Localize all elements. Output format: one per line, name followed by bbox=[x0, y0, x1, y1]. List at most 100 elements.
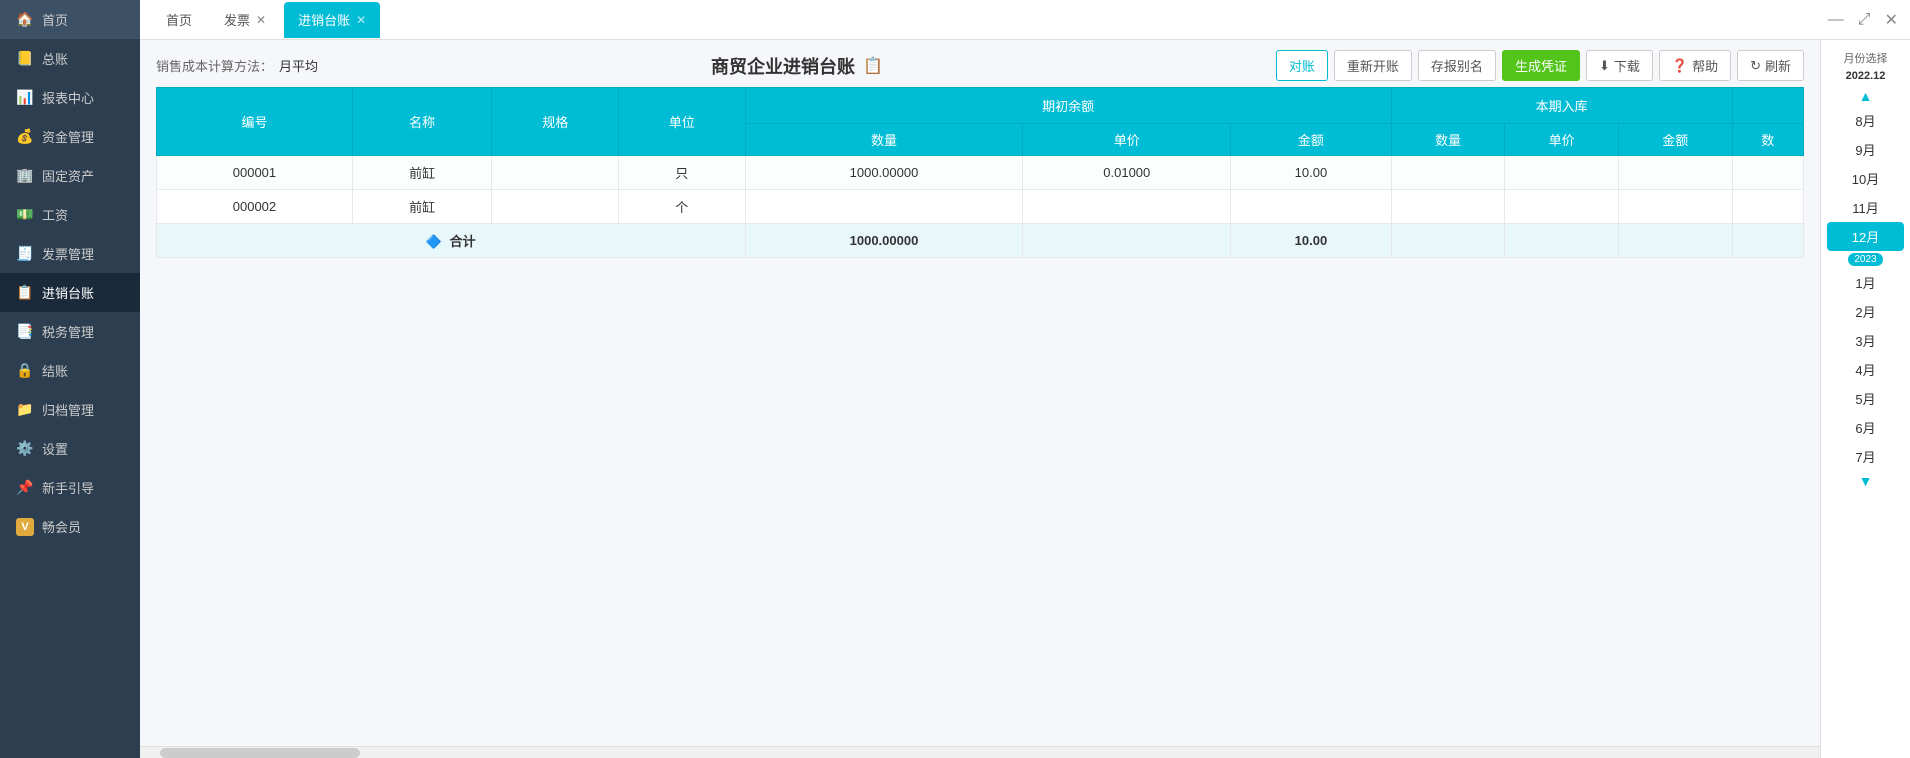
sidebar-item-guide[interactable]: 📌 新手引导 bbox=[0, 468, 140, 507]
help-button[interactable]: ❓ 帮助 bbox=[1659, 50, 1731, 81]
month-item-10[interactable]: 10月 bbox=[1821, 164, 1910, 193]
sidebar-label-closing: 结账 bbox=[42, 361, 68, 380]
cell-opening-qty: 1000.00000 bbox=[745, 156, 1023, 190]
sidebar-item-vip[interactable]: V 畅会员 bbox=[0, 507, 140, 546]
main-table: 编号 名称 规格 单位 期初余额 本期入库 数量 单价 金额 数量 bbox=[156, 87, 1804, 258]
sidebar-item-fund-management[interactable]: 💰 资金管理 bbox=[0, 117, 140, 156]
save-as-button[interactable]: 存报别名 bbox=[1418, 50, 1496, 81]
cell-num: 000002 bbox=[157, 190, 353, 224]
sidebar-item-closing[interactable]: 🔒 结账 bbox=[0, 351, 140, 390]
assets-icon: 🏢 bbox=[16, 167, 34, 185]
sidebar-label-home: 首页 bbox=[42, 10, 68, 29]
total-in-qty bbox=[1391, 224, 1505, 258]
total-extra bbox=[1732, 224, 1803, 258]
cell-unit: 只 bbox=[618, 156, 745, 190]
minimize-button[interactable]: — bbox=[1824, 8, 1848, 32]
cell-spec bbox=[492, 190, 619, 224]
refresh-icon: ↻ bbox=[1750, 58, 1761, 74]
total-text: 合计 bbox=[450, 234, 476, 249]
month-item-2023-3[interactable]: 3月 bbox=[1821, 326, 1910, 355]
month-item-8[interactable]: 8月 bbox=[1821, 106, 1910, 135]
tab-invoice[interactable]: 发票 ✕ bbox=[210, 2, 280, 38]
sidebar-label-guide: 新手引导 bbox=[42, 478, 94, 497]
report-icon: 📊 bbox=[16, 89, 34, 107]
cell-extra bbox=[1732, 190, 1803, 224]
col-header-current-in: 本期入库 bbox=[1391, 88, 1732, 124]
sidebar-item-purchase-sales[interactable]: 📋 进销台账 bbox=[0, 273, 140, 312]
download-button[interactable]: ⬇ 下载 bbox=[1586, 50, 1653, 81]
horizontal-scrollbar[interactable] bbox=[140, 746, 1820, 758]
cost-method: 销售成本计算方法： 月平均 bbox=[156, 56, 318, 75]
sidebar-label-invoice-management: 发票管理 bbox=[42, 244, 94, 263]
month-nav-up[interactable]: ▲ bbox=[1821, 86, 1910, 106]
tab-purchase-sales-close[interactable]: ✕ bbox=[356, 13, 366, 27]
sidebar-item-settings[interactable]: ⚙️ 设置 bbox=[0, 429, 140, 468]
total-icon: 🔷 bbox=[426, 234, 442, 249]
month-item-2023-6[interactable]: 6月 bbox=[1821, 413, 1910, 442]
month-item-9[interactable]: 9月 bbox=[1821, 135, 1910, 164]
refresh-button[interactable]: ↻ 刷新 bbox=[1737, 50, 1804, 81]
cell-name: 前缸 bbox=[352, 190, 492, 224]
col-header-spec: 规格 bbox=[492, 88, 619, 156]
month-item-2023-2[interactable]: 2月 bbox=[1821, 297, 1910, 326]
fund-icon: 💰 bbox=[16, 128, 34, 146]
cell-spec bbox=[492, 156, 619, 190]
tab-home[interactable]: 首页 bbox=[152, 2, 206, 38]
tab-purchase-sales[interactable]: 进销台账 ✕ bbox=[284, 2, 380, 38]
sidebar-label-vip: 畅会员 bbox=[42, 517, 81, 536]
help-icon: ❓ bbox=[1672, 58, 1688, 74]
cell-opening-qty bbox=[745, 190, 1023, 224]
reopen-button[interactable]: 重新开账 bbox=[1334, 50, 1412, 81]
sidebar-item-salary[interactable]: 💵 工资 bbox=[0, 195, 140, 234]
sidebar-item-general-ledger[interactable]: 📒 总账 bbox=[0, 39, 140, 78]
col-header-unit: 单位 bbox=[618, 88, 745, 156]
table-total-row: 🔷 合计 1000.00000 10.00 bbox=[157, 224, 1804, 258]
cell-in-price bbox=[1505, 156, 1619, 190]
col-header-extra bbox=[1732, 88, 1803, 124]
sidebar-item-tax-management[interactable]: 📑 税务管理 bbox=[0, 312, 140, 351]
download-icon: ⬇ bbox=[1599, 58, 1610, 74]
col-sub-qty1: 数量 bbox=[745, 124, 1023, 156]
month-nav-down[interactable]: ▼ bbox=[1821, 471, 1910, 491]
tab-purchase-sales-label: 进销台账 bbox=[298, 10, 350, 29]
tax-icon: 📑 bbox=[16, 323, 34, 341]
vip-icon: V bbox=[16, 518, 34, 536]
sidebar-item-archive[interactable]: 📁 归档管理 bbox=[0, 390, 140, 429]
sidebar-label-general-ledger: 总账 bbox=[42, 49, 68, 68]
title-icon[interactable]: 📋 bbox=[863, 56, 883, 76]
sidebar-label-salary: 工资 bbox=[42, 205, 68, 224]
month-item-11[interactable]: 11月 bbox=[1821, 193, 1910, 222]
cell-opening-amount: 10.00 bbox=[1231, 156, 1392, 190]
month-item-12[interactable]: 12月 bbox=[1827, 222, 1904, 251]
generate-voucher-button[interactable]: 生成凭证 bbox=[1502, 50, 1580, 81]
sidebar-label-settings: 设置 bbox=[42, 439, 68, 458]
close-window-button[interactable]: ✕ bbox=[1881, 8, 1902, 32]
main-area: 首页 发票 ✕ 进销台账 ✕ — ⤢ ✕ 销售成本计算方法： 月平均 商贸 bbox=[140, 0, 1910, 758]
month-item-2023-1[interactable]: 1月 bbox=[1821, 268, 1910, 297]
page-title: 商贸企业进销台账 bbox=[711, 53, 855, 79]
scrollbar-thumb[interactable] bbox=[160, 748, 360, 758]
total-amount: 10.00 bbox=[1231, 224, 1392, 258]
reconcile-button[interactable]: 对账 bbox=[1276, 50, 1328, 81]
sidebar-item-invoice-management[interactable]: 🧾 发票管理 bbox=[0, 234, 140, 273]
month-item-2023-7[interactable]: 7月 bbox=[1821, 442, 1910, 471]
invoice-icon: 🧾 bbox=[16, 245, 34, 263]
page-title-area: 商贸企业进销台账 📋 bbox=[711, 53, 883, 79]
total-qty: 1000.00000 bbox=[745, 224, 1023, 258]
col-header-name: 名称 bbox=[352, 88, 492, 156]
maximize-button[interactable]: ⤢ bbox=[1854, 8, 1875, 32]
month-panel: 月份选择 2022.12 ▲ 8月 9月 10月 11月 12月 2023 1月… bbox=[1820, 40, 1910, 758]
month-item-2023-5[interactable]: 5月 bbox=[1821, 384, 1910, 413]
tab-invoice-close[interactable]: ✕ bbox=[256, 13, 266, 27]
cell-opening-amount bbox=[1231, 190, 1392, 224]
total-price bbox=[1023, 224, 1231, 258]
sidebar-item-fixed-assets[interactable]: 🏢 固定资产 bbox=[0, 156, 140, 195]
sidebar-item-report-center[interactable]: 📊 报表中心 bbox=[0, 78, 140, 117]
cell-opening-price: 0.01000 bbox=[1023, 156, 1231, 190]
sidebar-label-fund-management: 资金管理 bbox=[42, 127, 94, 146]
sidebar-item-home[interactable]: 🏠 首页 bbox=[0, 0, 140, 39]
month-item-2023-4[interactable]: 4月 bbox=[1821, 355, 1910, 384]
home-icon: 🏠 bbox=[16, 11, 34, 29]
ledger-icon: 📒 bbox=[16, 50, 34, 68]
sidebar-label-fixed-assets: 固定资产 bbox=[42, 166, 94, 185]
